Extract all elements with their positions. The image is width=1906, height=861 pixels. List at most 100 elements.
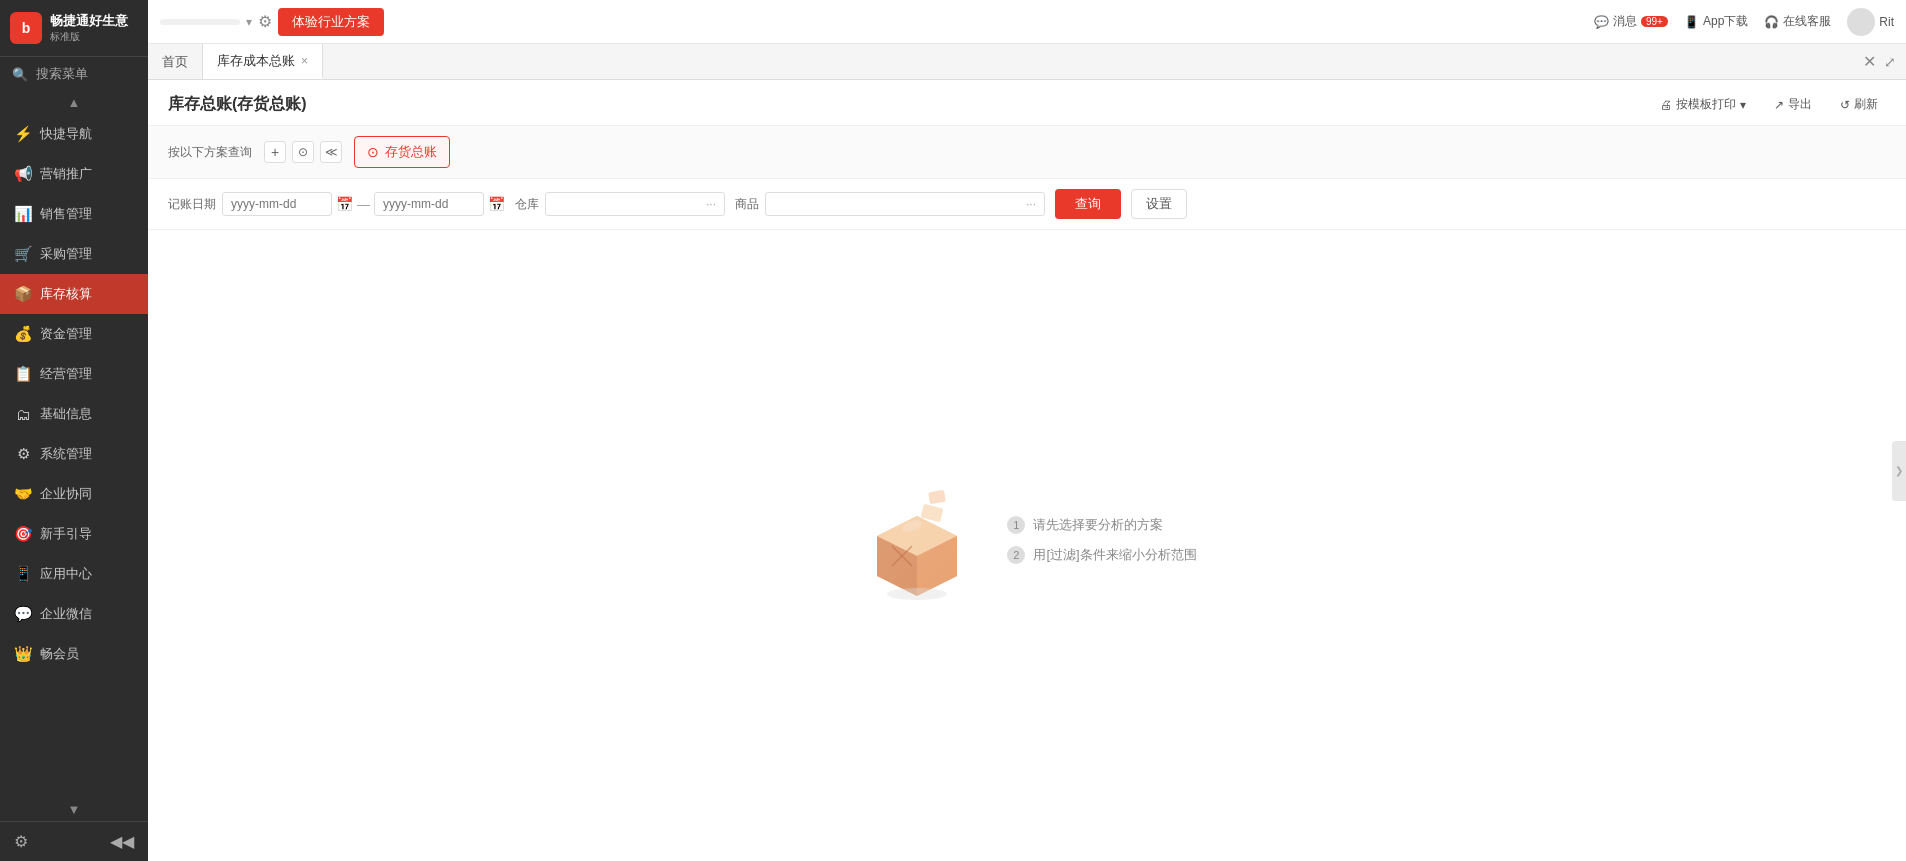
sidebar-item-sales[interactable]: 📊 销售管理 <box>0 194 148 234</box>
sidebar-scroll-up[interactable]: ▲ <box>0 91 148 114</box>
topbar-right: 💬 消息 99+ 📱 App下载 🎧 在线客服 Rit <box>1594 8 1894 36</box>
sidebar-item-label: 畅会员 <box>40 645 79 663</box>
sidebar-item-inventory[interactable]: 📦 库存核算 <box>0 274 148 314</box>
print-chevron: ▾ <box>1740 98 1746 112</box>
warehouse-select[interactable]: ··· <box>545 192 725 216</box>
sidebar-item-label: 系统管理 <box>40 445 92 463</box>
app-logo-icon: b <box>10 12 42 44</box>
product-select[interactable]: ··· <box>765 192 1045 216</box>
sidebar-item-member[interactable]: 👑 畅会员 <box>0 634 148 674</box>
tab-inventory-ledger[interactable]: 库存成本总账 × <box>203 44 323 79</box>
newbie-icon: 🎯 <box>14 525 32 543</box>
sidebar-item-label: 销售管理 <box>40 205 92 223</box>
sidebar-item-label: 应用中心 <box>40 565 92 583</box>
avatar <box>1847 8 1875 36</box>
filter-add-btn[interactable]: + <box>264 141 286 163</box>
tabbar-right: ✕ ⤢ <box>1853 44 1906 79</box>
industry-btn[interactable]: 体验行业方案 <box>278 8 384 36</box>
refresh-btn[interactable]: ↺ 刷新 <box>1832 92 1886 117</box>
message-action[interactable]: 💬 消息 99+ <box>1594 13 1668 30</box>
basic-icon: 🗂 <box>14 406 32 423</box>
filter-bar: 按以下方案查询 + ⊙ ≪ ⊙ 存货总账 <box>148 126 1906 179</box>
app-download-label: App下载 <box>1703 13 1748 30</box>
query-btn[interactable]: 查询 <box>1055 189 1121 219</box>
filter-label: 按以下方案查询 <box>168 144 252 161</box>
sidebar-item-label: 快捷导航 <box>40 125 92 143</box>
app-logo-text: 畅捷通好生意 标准版 <box>50 12 128 44</box>
user-avatar-action[interactable]: Rit <box>1847 8 1894 36</box>
calendar-start-icon[interactable]: 📅 <box>336 196 353 212</box>
sidebar-item-finance[interactable]: 💰 资金管理 <box>0 314 148 354</box>
product-field: 商品 ··· <box>735 192 1045 216</box>
message-badge: 99+ <box>1641 16 1668 27</box>
sidebar: b 畅捷通好生意 标准版 🔍 搜索菜单 ▲ ⚡ 快捷导航 📢 营销推广 📊 销售… <box>0 0 148 861</box>
date-field: 记账日期 📅 — 📅 <box>168 192 505 216</box>
finance-icon: 💰 <box>14 325 32 343</box>
main-area: ▾ ⚙ 体验行业方案 💬 消息 99+ 📱 App下载 🎧 在线客服 Rit <box>148 0 1906 861</box>
marketing-icon: 📢 <box>14 165 32 183</box>
breadcrumb-chevron[interactable]: ▾ <box>246 15 252 29</box>
quick-nav-icon: ⚡ <box>14 125 32 143</box>
breadcrumb-area: ▾ ⚙ 体验行业方案 <box>160 8 1586 36</box>
sidebar-item-marketing[interactable]: 📢 营销推广 <box>0 154 148 194</box>
product-label: 商品 <box>735 196 759 213</box>
export-btn[interactable]: ↗ 导出 <box>1766 92 1820 117</box>
operation-icon: 📋 <box>14 365 32 383</box>
topbar: ▾ ⚙ 体验行业方案 💬 消息 99+ 📱 App下载 🎧 在线客服 Rit <box>148 0 1906 44</box>
empty-text-list: 1 请先选择要分析的方案 2 用[过滤]条件来缩小分析范围 <box>1007 516 1196 576</box>
sidebar-item-app-center[interactable]: 📱 应用中心 <box>0 554 148 594</box>
sidebar-item-basic[interactable]: 🗂 基础信息 <box>0 394 148 434</box>
panel-toggle-icon: ❯ <box>1895 465 1903 476</box>
export-label: 导出 <box>1788 96 1812 113</box>
date-end-input[interactable] <box>374 192 484 216</box>
sidebar-nav: ⚡ 快捷导航 📢 营销推广 📊 销售管理 🛒 采购管理 📦 库存核算 💰 资金管… <box>0 114 148 798</box>
user-name: Rit <box>1879 15 1894 29</box>
date-start-input[interactable] <box>222 192 332 216</box>
sidebar-item-newbie[interactable]: 🎯 新手引导 <box>0 514 148 554</box>
scheme-item-inventory[interactable]: ⊙ 存货总账 <box>354 136 450 168</box>
tab-home[interactable]: 首页 <box>148 44 203 79</box>
filter-collapse-btn[interactable]: ≪ <box>320 141 342 163</box>
sidebar-item-purchase[interactable]: 🛒 采购管理 <box>0 234 148 274</box>
filter-edit-btn[interactable]: ⊙ <box>292 141 314 163</box>
scheme-name: 存货总账 <box>385 143 437 161</box>
product-more-icon: ··· <box>1026 197 1036 211</box>
page-content: 库存总账(存货总账) 🖨 按模板打印 ▾ ↗ 导出 ↺ 刷新 按以下方案查询 <box>148 80 1906 861</box>
tabbar-close-btn[interactable]: ✕ <box>1863 52 1876 71</box>
settings-footer-icon[interactable]: ⚙ <box>14 832 28 851</box>
warehouse-more-icon: ··· <box>706 197 716 211</box>
calendar-end-icon[interactable]: 📅 <box>488 196 505 212</box>
empty-step-2: 2 用[过滤]条件来缩小分析范围 <box>1007 546 1196 564</box>
date-label: 记账日期 <box>168 196 216 213</box>
warehouse-field: 仓库 ··· <box>515 192 725 216</box>
print-btn[interactable]: 🖨 按模板打印 ▾ <box>1652 92 1754 117</box>
step-2-circle: 2 <box>1007 546 1025 564</box>
tab-close-icon[interactable]: × <box>301 54 308 68</box>
edit-icon: ⊙ <box>298 145 308 159</box>
sidebar-item-operation[interactable]: 📋 经营管理 <box>0 354 148 394</box>
scheme-icon: ⊙ <box>367 144 379 160</box>
topbar-settings-icon[interactable]: ⚙ <box>258 12 272 31</box>
sidebar-item-system[interactable]: ⚙ 系统管理 <box>0 434 148 474</box>
settings-btn[interactable]: 设置 <box>1131 189 1187 219</box>
sidebar-item-quick-nav[interactable]: ⚡ 快捷导航 <box>0 114 148 154</box>
tabbar-expand-btn[interactable]: ⤢ <box>1884 54 1896 70</box>
sidebar-item-label: 企业微信 <box>40 605 92 623</box>
headset-icon: 🎧 <box>1764 15 1779 29</box>
side-panel-toggle[interactable]: ❯ <box>1892 441 1906 501</box>
sidebar-item-enterprise[interactable]: 🤝 企业协同 <box>0 474 148 514</box>
page-header-actions: 🖨 按模板打印 ▾ ↗ 导出 ↺ 刷新 <box>1652 92 1886 117</box>
sidebar-search[interactable]: 🔍 搜索菜单 <box>0 57 148 91</box>
sidebar-item-wechat[interactable]: 💬 企业微信 <box>0 594 148 634</box>
refresh-icon: ↺ <box>1840 98 1850 112</box>
app-brand: 畅捷通好生意 <box>50 12 128 30</box>
online-service-action[interactable]: 🎧 在线客服 <box>1764 13 1831 30</box>
print-label: 按模板打印 <box>1676 96 1736 113</box>
purchase-icon: 🛒 <box>14 245 32 263</box>
date-separator: — <box>357 197 370 212</box>
sidebar-scroll-down[interactable]: ▼ <box>0 798 148 821</box>
app-download-action[interactable]: 📱 App下载 <box>1684 13 1748 30</box>
empty-illustration <box>857 486 977 606</box>
empty-step-1: 1 请先选择要分析的方案 <box>1007 516 1196 534</box>
audio-footer-icon[interactable]: ◀◀ <box>110 832 134 851</box>
